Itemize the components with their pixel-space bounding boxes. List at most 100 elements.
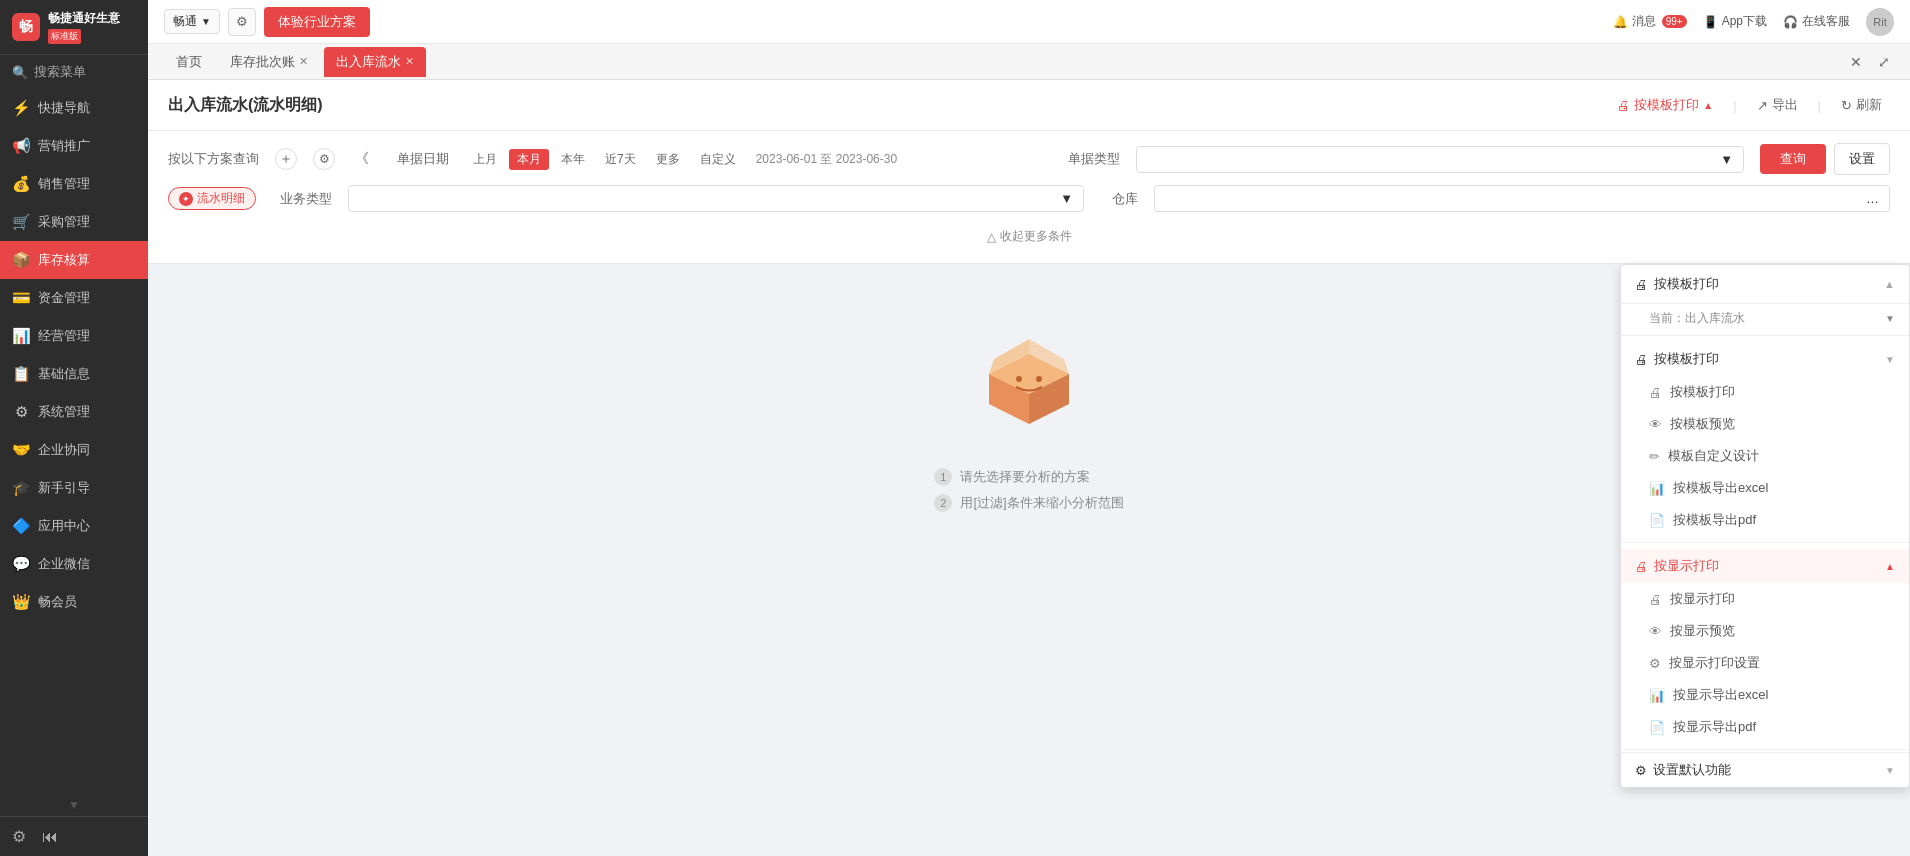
filter-settings-button[interactable]: ⚙ <box>313 148 335 170</box>
tab-batch-account[interactable]: 库存批次账 ✕ <box>218 47 320 77</box>
corp-icon: 🤝 <box>12 441 30 459</box>
operation-icon: 📊 <box>12 327 30 345</box>
sidebar-item-corp[interactable]: 🤝 企业协同 <box>0 431 148 469</box>
user-avatar[interactable]: Rit <box>1866 8 1894 36</box>
dropdown-item-display-print[interactable]: 🖨 按显示打印 <box>1621 583 1909 615</box>
dropdown-item-display-print-settings[interactable]: ⚙ 按显示打印设置 <box>1621 647 1909 679</box>
sidebar-item-newbie[interactable]: 🎓 新手引导 <box>0 469 148 507</box>
dropdown-item-template-pdf[interactable]: 📄 按模板导出pdf <box>1621 504 1909 536</box>
separator2: | <box>1818 98 1821 113</box>
close-window-button[interactable]: ✕ <box>1846 52 1866 72</box>
sidebar-item-basic[interactable]: 📋 基础信息 <box>0 355 148 393</box>
display-print-header[interactable]: 🖨 按显示打印 ▲ <box>1621 549 1909 583</box>
main-body: 1 请先选择要分析的方案 2 用[过滤]条件来缩小分析范围 🖨 按模板打印 <box>148 264 1910 576</box>
gear-button[interactable]: ⚙ <box>228 8 256 36</box>
step-num-2: 2 <box>934 494 952 512</box>
query-button[interactable]: 查询 <box>1760 144 1826 174</box>
filter-collapse-button[interactable]: 《 <box>351 148 373 170</box>
collapse-sidebar-icon[interactable]: ⏮ <box>42 828 58 846</box>
sidebar-bottom: ⚙ ⏮ <box>0 816 148 856</box>
tab-home[interactable]: 首页 <box>164 47 214 77</box>
sidebar-item-sales[interactable]: 💰 销售管理 <box>0 165 148 203</box>
add-filter-button[interactable]: ＋ <box>275 148 297 170</box>
type-select[interactable]: ▼ <box>1136 146 1745 173</box>
notifications-button[interactable]: 🔔 消息 99+ <box>1613 13 1687 30</box>
type-select-dropdown-icon: ▼ <box>1720 152 1733 167</box>
tab-inout-flow[interactable]: 出入库流水 ✕ <box>324 47 426 77</box>
sidebar-item-finance[interactable]: 💳 资金管理 <box>0 279 148 317</box>
tab-batch-account-close[interactable]: ✕ <box>299 55 308 68</box>
inventory-icon: 📦 <box>12 251 30 269</box>
close-icon: ✕ <box>1850 54 1862 70</box>
customer-service-button[interactable]: 🎧 在线客服 <box>1783 13 1850 30</box>
sidebar-item-operation[interactable]: 📊 经营管理 <box>0 317 148 355</box>
dropdown-header: 🖨 按模板打印 ▲ <box>1621 265 1909 304</box>
export-button[interactable]: ↗ 导出 <box>1749 92 1806 118</box>
tab-inout-flow-close[interactable]: ✕ <box>405 55 414 68</box>
dropdown-item-template-preview[interactable]: 👁 按模板预览 <box>1621 408 1909 440</box>
type-filter-label: 单据类型 <box>1068 150 1120 168</box>
dropdown-footer[interactable]: ⚙ 设置默认功能 ▼ <box>1621 752 1909 787</box>
date-opt-this-month[interactable]: 本月 <box>509 149 549 170</box>
marketing-icon: 📢 <box>12 137 30 155</box>
business-type-dropdown-icon: ▼ <box>1060 191 1073 206</box>
item-excel-icon-2: 📊 <box>1649 688 1665 703</box>
dropdown-item-template-excel[interactable]: 📊 按模板导出excel <box>1621 472 1909 504</box>
dropdown-item-template-print[interactable]: 🖨 按模板打印 <box>1621 376 1909 408</box>
template-print-header[interactable]: 🖨 按模板打印 ▼ <box>1621 342 1909 376</box>
print-template-button[interactable]: 🖨 按模板打印 ▲ <box>1609 92 1721 118</box>
dropdown-item-display-pdf[interactable]: 📄 按显示导出pdf <box>1621 711 1909 743</box>
date-opt-this-year[interactable]: 本年 <box>553 149 593 170</box>
display-print-section: 🖨 按显示打印 ▲ 🖨 按显示打印 👁 按显示预览 ⚙ <box>1621 545 1909 747</box>
refresh-button[interactable]: ↻ 刷新 <box>1833 92 1890 118</box>
sidebar-item-member[interactable]: 👑 畅会员 <box>0 583 148 621</box>
warehouse-dropdown-icon: … <box>1866 191 1879 206</box>
sidebar-item-wechat[interactable]: 💬 企业微信 <box>0 545 148 583</box>
sidebar-item-marketing[interactable]: 📢 营销推广 <box>0 127 148 165</box>
chevron-up-icon2: △ <box>987 230 996 244</box>
finance-icon: 💳 <box>12 289 30 307</box>
warehouse-select[interactable]: … <box>1154 185 1890 212</box>
sidebar-item-system[interactable]: ⚙ 系统管理 <box>0 393 148 431</box>
empty-box-svg <box>969 324 1089 424</box>
date-filter: 上月 本月 本年 近7天 更多 自定义 2023-06-01 至 2023-06… <box>465 149 1052 170</box>
bell-icon: 🔔 <box>1613 15 1628 29</box>
empty-illustration <box>969 324 1089 444</box>
dropdown-item-display-excel[interactable]: 📊 按显示导出excel <box>1621 679 1909 711</box>
print-dropdown-panel: 🖨 按模板打印 ▲ 当前：出入库流水 ▼ 🖨 按模板打 <box>1620 264 1910 788</box>
app-download-button[interactable]: 📱 App下载 <box>1703 13 1767 30</box>
wechat-icon: 💬 <box>12 555 30 573</box>
active-filter-tag[interactable]: ✦ 流水明细 <box>168 187 256 210</box>
dropdown-item-display-preview[interactable]: 👁 按显示预览 <box>1621 615 1909 647</box>
sidebar-item-purchase[interactable]: 🛒 采购管理 <box>0 203 148 241</box>
empty-step-1: 1 请先选择要分析的方案 <box>934 464 1123 490</box>
logo-text: 畅捷通好生意 标准版 <box>48 10 120 44</box>
filter-row-2: ✦ 流水明细 业务类型 ▼ 仓库 … <box>168 185 1890 212</box>
sidebar-item-quick-nav[interactable]: ⚡ 快捷导航 <box>0 89 148 127</box>
sidebar-logo: 畅 畅捷通好生意 标准版 <box>0 0 148 55</box>
sidebar-item-app-center[interactable]: 🔷 应用中心 <box>0 507 148 545</box>
item-printer-icon-2: 🖨 <box>1649 592 1662 607</box>
page-content: 出入库流水(流水明细) 🖨 按模板打印 ▲ | ↗ 导出 | ↻ 刷新 <box>148 80 1910 856</box>
printer-icon: 🖨 <box>1617 98 1630 113</box>
business-type-select[interactable]: ▼ <box>348 185 1084 212</box>
date-opt-custom[interactable]: 自定义 <box>692 149 744 170</box>
sidebar-item-inventory[interactable]: 📦 库存核算 <box>0 241 148 279</box>
settings-icon[interactable]: ⚙ <box>12 827 26 846</box>
collapse-more-button[interactable]: △ 收起更多条件 <box>168 222 1890 251</box>
maximize-window-button[interactable]: ⤢ <box>1874 52 1894 72</box>
filter-section-label: 按以下方案查询 <box>168 150 259 168</box>
search-menu-item[interactable]: 🔍 搜索菜单 <box>0 55 148 89</box>
dropdown-item-template-custom[interactable]: ✏ 模板自定义设计 <box>1621 440 1909 472</box>
search-icon: 🔍 <box>12 65 28 80</box>
date-opt-more[interactable]: 更多 <box>648 149 688 170</box>
logo-icon: 畅 <box>12 13 40 41</box>
trial-button[interactable]: 体验行业方案 <box>264 7 370 37</box>
current-template: 当前：出入库流水 ▼ <box>1621 304 1909 333</box>
settings-set-button[interactable]: 设置 <box>1834 143 1890 175</box>
user-selector[interactable]: 畅通 ▼ <box>164 9 220 34</box>
download-icon: 📱 <box>1703 15 1718 29</box>
date-opt-last-7-days[interactable]: 近7天 <box>597 149 644 170</box>
date-opt-last-month[interactable]: 上月 <box>465 149 505 170</box>
divider-3 <box>1621 749 1909 750</box>
